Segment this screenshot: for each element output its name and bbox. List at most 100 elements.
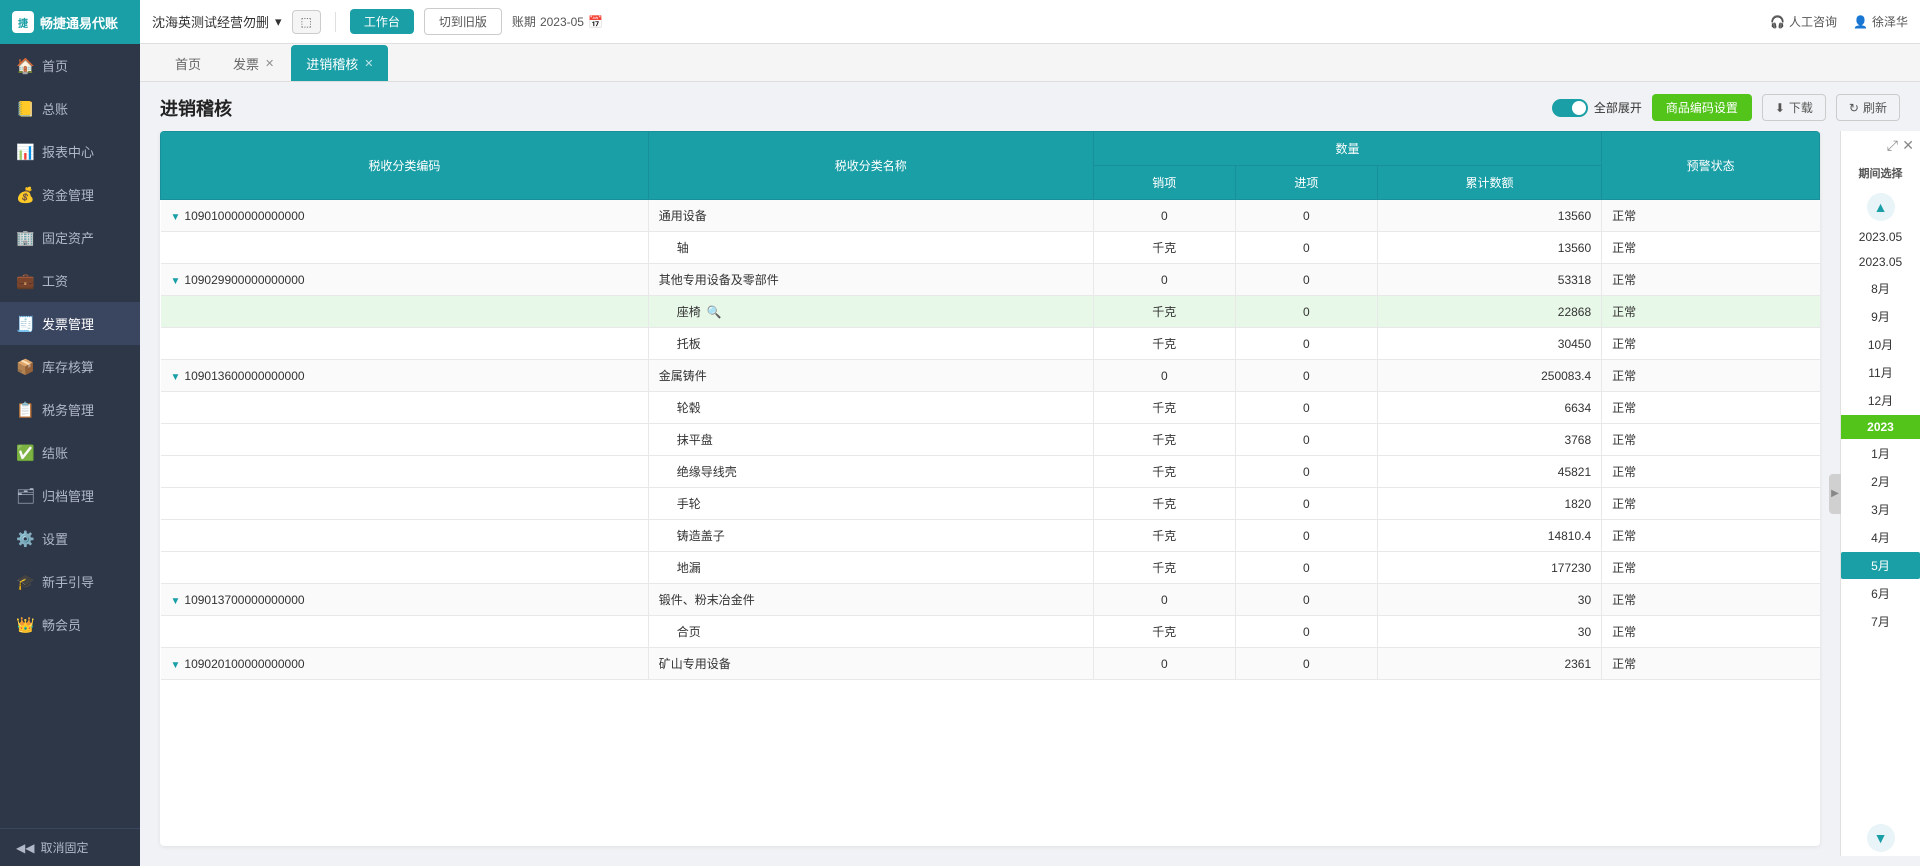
product-code-button[interactable]: 商品编码设置	[1652, 94, 1752, 121]
tab-invoice-close[interactable]: ✕	[265, 57, 274, 70]
th-tax-code: 税收分类编码	[161, 132, 649, 200]
period-item-2023-year[interactable]: 2023	[1841, 415, 1920, 439]
period-item-7-bot[interactable]: 7月	[1841, 608, 1920, 635]
cell-unit: 千克	[1093, 520, 1235, 552]
assets-icon: 🏢	[16, 229, 34, 247]
download-button[interactable]: ⬇ 下载	[1762, 94, 1826, 121]
sidebar-item-inventory[interactable]: 📦 库存核算	[0, 345, 140, 388]
sidebar-item-label: 库存核算	[42, 357, 94, 376]
tab-check[interactable]: 进销稽核 ✕	[291, 45, 388, 81]
panel-collapse-toggle[interactable]: ▶	[1829, 474, 1841, 514]
cell-purchase: 0	[1235, 264, 1377, 296]
cell-sales: 0	[1093, 200, 1235, 232]
sidebar-item-settlement[interactable]: ✅结账	[0, 431, 140, 474]
panel-expand-button[interactable]: ⤢	[1887, 137, 1898, 154]
period-item-11[interactable]: 11月	[1841, 359, 1920, 386]
refresh-button[interactable]: ↻ 刷新	[1836, 94, 1900, 121]
cell-sales: 0	[1235, 232, 1377, 264]
pin-icon: ◀◀	[16, 841, 34, 855]
period-item-2023-05-bot[interactable]: 2023.05	[1841, 250, 1920, 274]
period-item-8[interactable]: 8月	[1841, 275, 1920, 302]
period-item-1[interactable]: 1月	[1841, 440, 1920, 467]
tab-check-label: 进销稽核	[306, 54, 358, 73]
table-row: 地漏 千克 0 177230 正常	[161, 552, 1820, 584]
expand-triangle[interactable]: ▼	[171, 596, 181, 607]
calendar-icon[interactable]: 📅	[588, 15, 603, 29]
cell-cumulative: 30	[1377, 584, 1601, 616]
panel-close-button[interactable]: ✕	[1902, 137, 1914, 154]
period-item-2023-05-top[interactable]: 2023.05	[1841, 225, 1920, 249]
expand-toggle[interactable]	[1552, 99, 1588, 117]
period-value: 2023-05	[540, 15, 584, 29]
sidebar-item-assets[interactable]: 🏢固定资产	[0, 216, 140, 259]
period-down-nav[interactable]: ▼	[1867, 824, 1895, 852]
cell-sales: 0	[1235, 552, 1377, 584]
sidebar-item-label: 新手引导	[42, 572, 94, 591]
table-row: ▼109010000000000000 通用设备 0 0 13560 正常	[161, 200, 1820, 232]
cell-cumulative: 13560	[1377, 200, 1601, 232]
ledger-icon: 📒	[16, 100, 34, 118]
cell-cumulative: 30	[1377, 616, 1601, 648]
period-item-4[interactable]: 4月	[1841, 524, 1920, 551]
table-row: 座椅🔍 千克 0 22868 正常	[161, 296, 1820, 328]
cell-name: 地漏	[648, 552, 1093, 584]
cell-unit: 千克	[1093, 328, 1235, 360]
divider	[335, 12, 336, 32]
expand-triangle[interactable]: ▼	[171, 212, 181, 223]
sidebar-item-label: 畅会员	[42, 615, 81, 634]
expand-triangle[interactable]: ▼	[171, 276, 181, 287]
sidebar-item-settings[interactable]: ⚙️设置	[0, 517, 140, 560]
sidebar-item-guide[interactable]: 🎓新手引导	[0, 560, 140, 603]
period-item-5[interactable]: 5月	[1841, 552, 1920, 579]
sidebar-item-label: 结账	[42, 443, 68, 462]
sidebar-item-tax[interactable]: 📋税务管理	[0, 388, 140, 431]
cell-name: 座椅🔍	[648, 296, 1093, 328]
workbench-button[interactable]: 工作台	[350, 9, 414, 34]
cell-name: 铸造盖子	[648, 520, 1093, 552]
period-item-6[interactable]: 6月	[1841, 580, 1920, 607]
period-up-nav[interactable]: ▲	[1867, 193, 1895, 221]
expand-triangle[interactable]: ▼	[171, 660, 181, 671]
company-selector[interactable]: 沈海英测试经营勿删 ▾	[152, 12, 282, 31]
sidebar-item-label: 工资	[42, 271, 68, 290]
cell-name: 锻件、粉末冶金件	[648, 584, 1093, 616]
support-label: 人工咨询	[1789, 13, 1837, 30]
cell-unit: 千克	[1093, 552, 1235, 584]
period-item-2[interactable]: 2月	[1841, 468, 1920, 495]
cell-status: 正常	[1602, 520, 1820, 552]
tab-home[interactable]: 首页	[160, 45, 216, 81]
period-item-10[interactable]: 10月	[1841, 331, 1920, 358]
period-item-12[interactable]: 12月	[1841, 387, 1920, 414]
sidebar-item-archive[interactable]: 🗂归档管理	[0, 474, 140, 517]
sidebar-item-vip[interactable]: 👑畅会员	[0, 603, 140, 646]
user-info[interactable]: 👤 徐泽华	[1853, 13, 1908, 30]
archive-button[interactable]: ⬚	[292, 10, 321, 34]
cell-sales: 0	[1235, 616, 1377, 648]
tab-invoice[interactable]: 发票 ✕	[218, 45, 289, 81]
archive-icon: 🗂	[16, 487, 34, 505]
sidebar-unpin[interactable]: ◀◀ 取消固定	[0, 828, 140, 866]
cell-cumulative: 22868	[1377, 296, 1601, 328]
sidebar-item-reports[interactable]: 📊报表中心	[0, 130, 140, 173]
cell-code: ▼109029900000000000	[161, 264, 649, 296]
expand-triangle[interactable]: ▼	[171, 372, 181, 383]
sidebar-item-invoice[interactable]: 🧾发票管理	[0, 302, 140, 345]
period-label: 账期	[512, 13, 536, 30]
company-name: 沈海英测试经营勿删	[152, 12, 269, 31]
sidebar-item-funds[interactable]: 💰资金管理	[0, 173, 140, 216]
search-icon[interactable]: 🔍	[707, 305, 722, 319]
main-area: 沈海英测试经营勿删 ▾ ⬚ 工作台 切到旧版 账期 2023-05 📅 🎧 人工…	[140, 0, 1920, 866]
tab-check-close[interactable]: ✕	[364, 57, 373, 70]
table-row: ▼109013600000000000 金属铸件 0 0 250083.4 正常	[161, 360, 1820, 392]
download-icon: ⬇	[1775, 101, 1785, 115]
chevron-down-icon[interactable]: ▾	[275, 14, 282, 30]
old-version-button[interactable]: 切到旧版	[424, 8, 502, 35]
cell-cumulative: 177230	[1377, 552, 1601, 584]
sidebar-item-payroll[interactable]: 💼工资	[0, 259, 140, 302]
sidebar-item-ledger[interactable]: 📒总账	[0, 87, 140, 130]
sidebar-item-home[interactable]: 🏠首页	[0, 44, 140, 87]
period-item-3[interactable]: 3月	[1841, 496, 1920, 523]
support-button[interactable]: 🎧 人工咨询	[1770, 13, 1837, 30]
inventory-icon: 📦	[16, 358, 34, 376]
period-item-9[interactable]: 9月	[1841, 303, 1920, 330]
